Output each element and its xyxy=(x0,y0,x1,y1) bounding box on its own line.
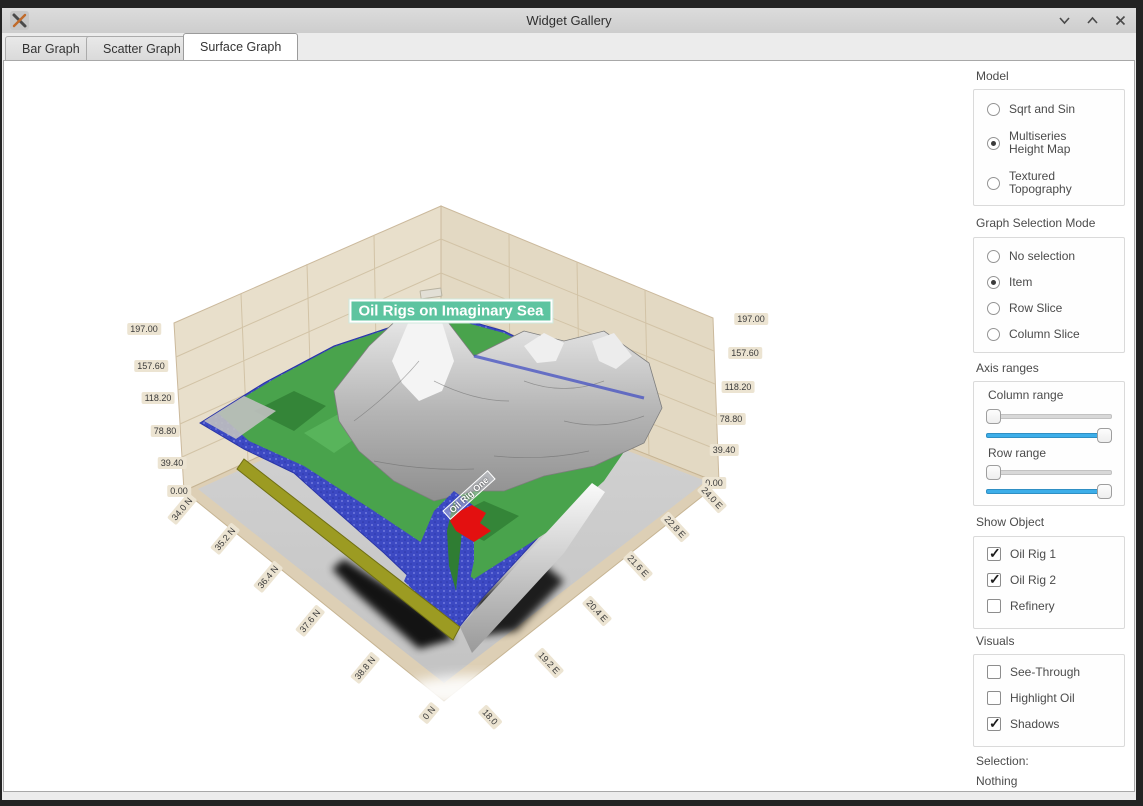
slider-handle[interactable] xyxy=(1097,428,1112,443)
value-tick: 39.40 xyxy=(158,457,187,469)
value-tick: 78.80 xyxy=(717,413,746,425)
row-range-max-slider[interactable] xyxy=(986,484,1112,499)
radio-label: Row Slice xyxy=(1009,302,1062,315)
model-group-label: Model xyxy=(976,69,1009,83)
checkbox-label: Oil Rig 2 xyxy=(1010,574,1056,587)
surface-chart-3d[interactable] xyxy=(4,61,964,793)
radio-label: Column Slice xyxy=(1009,328,1080,341)
checkbox-icon xyxy=(987,573,1001,587)
close-button[interactable] xyxy=(1111,11,1130,30)
radio-icon xyxy=(987,137,1000,150)
row-range-min-slider[interactable] xyxy=(986,465,1112,480)
value-tick: 118.20 xyxy=(142,392,175,404)
surface-graph-page: Oil Rigs on Imaginary Sea Oil Rig One 19… xyxy=(3,60,1135,792)
radio-label: No selection xyxy=(1009,250,1075,263)
slider-groove[interactable] xyxy=(986,470,1112,475)
tab-scatter-graph[interactable]: Scatter Graph xyxy=(86,36,198,60)
value-tick: 39.40 xyxy=(710,444,739,456)
value-tick: 197.00 xyxy=(734,313,768,325)
radio-no-selection[interactable]: No selection xyxy=(987,250,1075,263)
selection-mode-group-label: Graph Selection Mode xyxy=(976,216,1095,230)
checkbox-see-through[interactable]: See-Through xyxy=(987,665,1080,679)
radio-label: Textured Topography xyxy=(1009,170,1095,196)
radio-label: Multiseries Height Map xyxy=(1009,130,1095,156)
minimize-button[interactable] xyxy=(1055,11,1074,30)
checkbox-shadows[interactable]: Shadows xyxy=(987,717,1059,731)
show-object-group-label: Show Object xyxy=(976,515,1044,529)
selection-label: Selection: xyxy=(976,754,1029,768)
tab-label: Surface Graph xyxy=(200,40,281,54)
selection-mode-group: No selection Item Row Slice Column Slice xyxy=(973,237,1125,353)
slider-handle[interactable] xyxy=(986,465,1001,480)
slider-groove[interactable] xyxy=(986,489,1112,494)
checkbox-oil-rig-1[interactable]: Oil Rig 1 xyxy=(987,547,1056,561)
application-window: Widget Gallery Bar Graph Scatter Graph S… xyxy=(0,0,1143,806)
tab-label: Scatter Graph xyxy=(103,42,181,56)
column-range-max-slider[interactable] xyxy=(986,428,1112,443)
tab-bar: Bar Graph Scatter Graph Surface Graph xyxy=(2,33,1136,60)
axis-ranges-group-label: Axis ranges xyxy=(976,361,1039,375)
checkbox-label: See-Through xyxy=(1010,666,1080,679)
radio-column-slice[interactable]: Column Slice xyxy=(987,328,1080,341)
checkbox-icon xyxy=(987,547,1001,561)
radio-icon xyxy=(987,276,1000,289)
tab-surface-graph[interactable]: Surface Graph xyxy=(183,33,298,60)
checkbox-label: Oil Rig 1 xyxy=(1010,548,1056,561)
checkbox-highlight-oil[interactable]: Highlight Oil xyxy=(987,691,1075,705)
checkbox-label: Highlight Oil xyxy=(1010,692,1075,705)
radio-label: Item xyxy=(1009,276,1032,289)
radio-icon xyxy=(987,328,1000,341)
slider-handle[interactable] xyxy=(1097,484,1112,499)
maximize-button[interactable] xyxy=(1083,11,1102,30)
tab-bar-graph[interactable]: Bar Graph xyxy=(5,36,97,60)
value-tick: 157.60 xyxy=(134,360,168,372)
slider-groove[interactable] xyxy=(986,414,1112,419)
checkbox-icon xyxy=(987,691,1001,705)
chart-title: Oil Rigs on Imaginary Sea xyxy=(349,300,552,323)
radio-sqrt-and-sin[interactable]: Sqrt and Sin xyxy=(987,103,1075,116)
value-tick: 197.00 xyxy=(127,323,161,335)
checkbox-label: Shadows xyxy=(1010,718,1059,731)
tab-label: Bar Graph xyxy=(22,42,80,56)
radio-icon xyxy=(987,103,1000,116)
radio-multiseries-height-map[interactable]: Multiseries Height Map xyxy=(987,130,1095,156)
model-group: Sqrt and Sin Multiseries Height Map Text… xyxy=(973,89,1125,206)
radio-icon xyxy=(987,302,1000,315)
value-tick: 157.60 xyxy=(728,347,762,359)
checkbox-icon xyxy=(987,665,1001,679)
window-title: Widget Gallery xyxy=(2,13,1136,28)
radio-icon xyxy=(987,250,1000,263)
checkbox-label: Refinery xyxy=(1010,600,1055,613)
visuals-group-label: Visuals xyxy=(976,634,1014,648)
column-range-min-slider[interactable] xyxy=(986,409,1112,424)
radio-row-slice[interactable]: Row Slice xyxy=(987,302,1062,315)
checkbox-refinery[interactable]: Refinery xyxy=(987,599,1055,613)
radio-icon xyxy=(987,177,1000,190)
radio-textured-topography[interactable]: Textured Topography xyxy=(987,170,1095,196)
radio-item[interactable]: Item xyxy=(987,276,1032,289)
selection-value: Nothing xyxy=(976,774,1017,788)
slider-groove[interactable] xyxy=(986,433,1112,438)
radio-label: Sqrt and Sin xyxy=(1009,103,1075,116)
column-range-label: Column range xyxy=(988,388,1063,402)
value-tick: 118.20 xyxy=(722,381,755,393)
row-range-label: Row range xyxy=(988,446,1046,460)
value-tick: 78.80 xyxy=(151,425,180,437)
checkbox-oil-rig-2[interactable]: Oil Rig 2 xyxy=(987,573,1056,587)
visuals-group: See-Through Highlight Oil Shadows xyxy=(973,654,1125,747)
checkbox-icon xyxy=(987,717,1001,731)
title-bar[interactable]: Widget Gallery xyxy=(2,8,1136,33)
checkbox-icon xyxy=(987,599,1001,613)
show-object-group: Oil Rig 1 Oil Rig 2 Refinery xyxy=(973,536,1125,629)
slider-handle[interactable] xyxy=(986,409,1001,424)
